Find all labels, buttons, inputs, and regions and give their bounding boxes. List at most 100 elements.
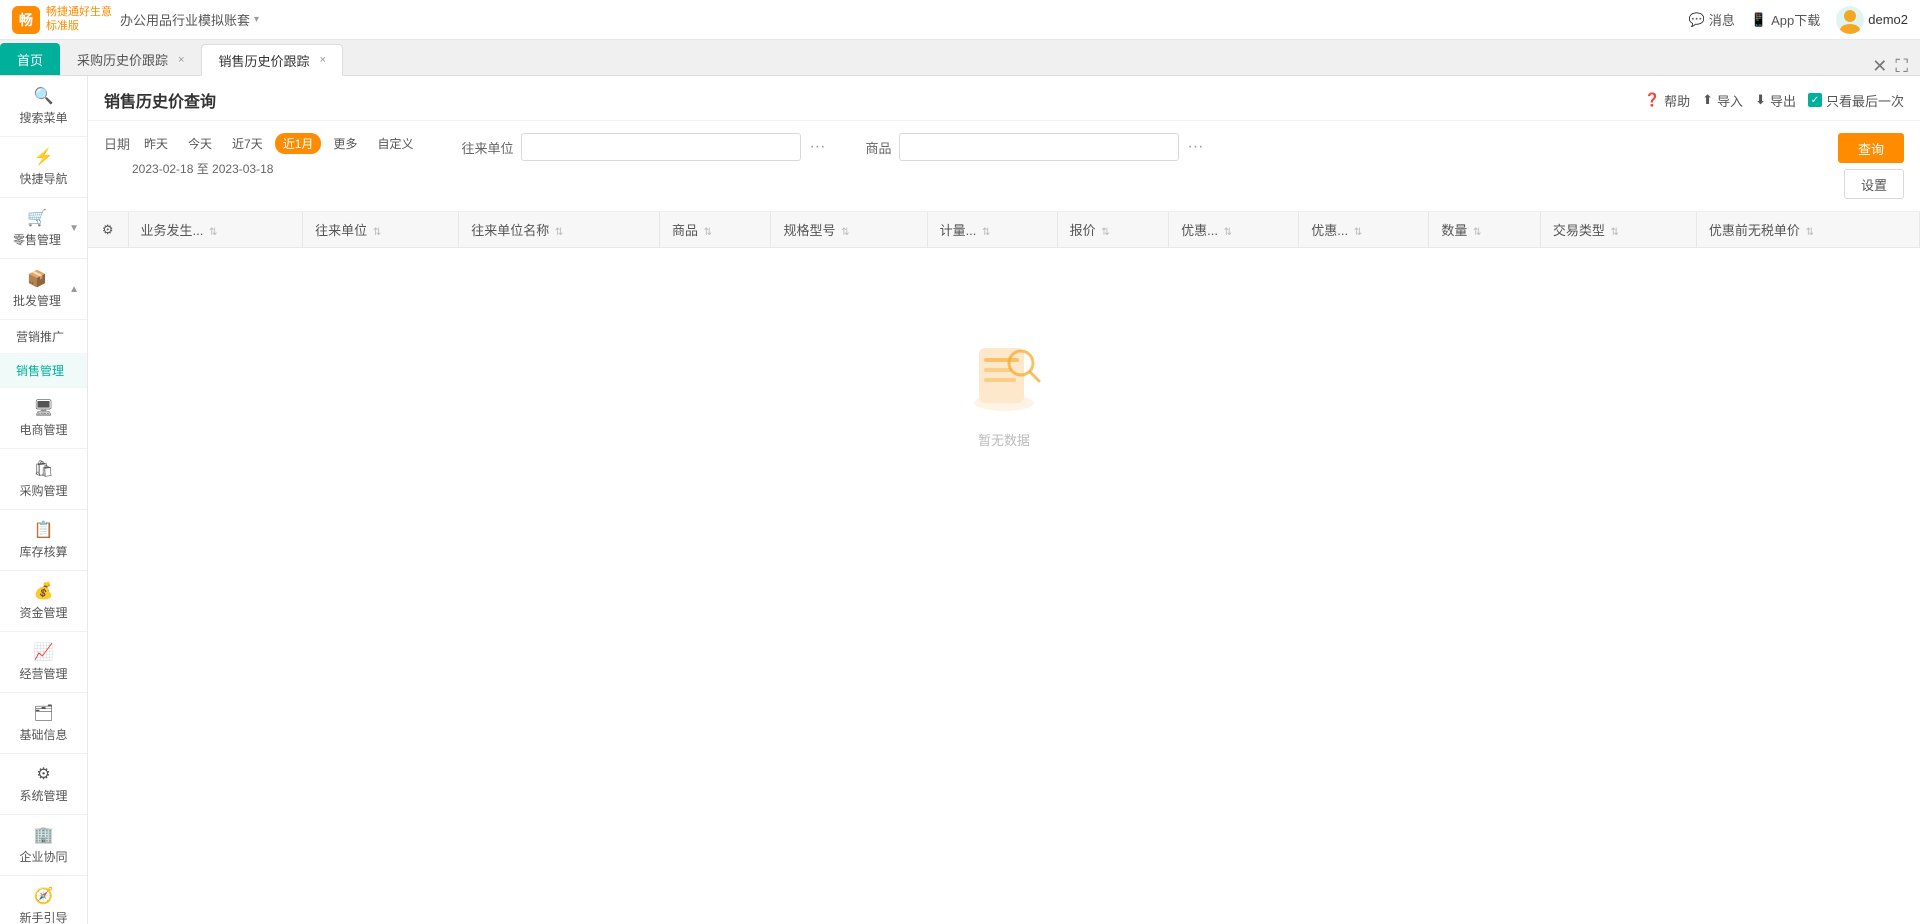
sidebar-item-system[interactable]: ⚙ 系统管理 bbox=[0, 754, 87, 815]
empty-state: 暂无数据 bbox=[88, 248, 1920, 529]
tab-purchase-close[interactable]: × bbox=[178, 54, 184, 66]
table-col-spec[interactable]: 规格型号 ⇅ bbox=[771, 212, 927, 248]
download-app-action[interactable]: 📱 App下载 bbox=[1751, 10, 1820, 29]
export-icon: ⬇ bbox=[1755, 92, 1766, 108]
user-area[interactable]: demo2 bbox=[1836, 6, 1908, 34]
table-container: ⚙ 业务发生... ⇅ 往来单位 ⇅ 往来单位名称 ⇅ bbox=[88, 212, 1920, 924]
table-header-row: ⚙ 业务发生... ⇅ 往来单位 ⇅ 往来单位名称 ⇅ bbox=[88, 212, 1920, 248]
sidebar-item-operation[interactable]: 📈 经营管理 bbox=[0, 632, 87, 693]
top-bar-right: 💬 消息 📱 App下载 demo2 bbox=[1689, 6, 1908, 34]
empty-text: 暂无数据 bbox=[978, 430, 1030, 449]
wholesale-icon: 📦 bbox=[27, 269, 47, 289]
sidebar-item-shortcut[interactable]: ⚡ 快捷导航 bbox=[0, 137, 87, 198]
sidebar-item-ecommerce[interactable]: 🖥 电商管理 bbox=[0, 388, 87, 449]
message-action[interactable]: 💬 消息 bbox=[1689, 10, 1735, 29]
table-col-discount1[interactable]: 优惠... ⇅ bbox=[1169, 212, 1299, 248]
sort-icon-trade-type: ⇅ bbox=[1610, 227, 1618, 238]
sort-icon-product: ⇅ bbox=[704, 227, 712, 238]
sort-icon-discount2: ⇅ bbox=[1354, 227, 1362, 238]
sidebar-item-enterprise[interactable]: 🏢 企业协同 bbox=[0, 815, 87, 876]
ecommerce-icon: 🖥 bbox=[33, 398, 53, 418]
table-col-partner-code[interactable]: 往来单位 ⇅ bbox=[303, 212, 459, 248]
sidebar-item-retail[interactable]: 🛒 零售管理 ▼ bbox=[0, 198, 87, 259]
date-pill-7days[interactable]: 近7天 bbox=[224, 133, 271, 154]
close-all-tabs-button[interactable]: ✕ bbox=[1872, 57, 1887, 75]
sidebar: 🔍 搜索菜单 ⚡ 快捷导航 🛒 零售管理 ▼ 📦 批发管理 ▲ 营销推广 销售管… bbox=[0, 76, 88, 924]
sort-icon-partner-name: ⇅ bbox=[555, 227, 563, 238]
fullscreen-button[interactable]: ⛶ bbox=[1895, 57, 1908, 75]
content-area: 销售历史价查询 ❓ 帮助 ⬆ 导入 ⬇ 导出 ✓ 只看最后一次 bbox=[88, 76, 1920, 924]
tab-home[interactable]: 首页 bbox=[0, 43, 60, 75]
product-input[interactable] bbox=[899, 133, 1179, 161]
table-col-qty[interactable]: 数量 ⇅ bbox=[1429, 212, 1541, 248]
date-pill-1month[interactable]: 近1月 bbox=[275, 133, 322, 154]
finance-icon: 💰 bbox=[34, 581, 54, 601]
table-col-partner-name[interactable]: 往来单位名称 ⇅ bbox=[459, 212, 660, 248]
sidebar-item-search[interactable]: 🔍 搜索菜单 bbox=[0, 76, 87, 137]
app-logo: 畅 bbox=[12, 6, 40, 34]
tab-purchase-history[interactable]: 采购历史价跟踪 × bbox=[60, 43, 201, 75]
sidebar-item-wholesale[interactable]: 📦 批发管理 ▲ bbox=[0, 259, 87, 320]
tab-bar-actions: ✕ ⛶ bbox=[1872, 57, 1920, 75]
table-col-product[interactable]: 商品 ⇅ bbox=[659, 212, 771, 248]
sort-icon-spec: ⇅ bbox=[841, 227, 849, 238]
message-icon: 💬 bbox=[1689, 12, 1705, 28]
table-col-quote[interactable]: 报价 ⇅ bbox=[1057, 212, 1169, 248]
search-icon: 🔍 bbox=[34, 86, 54, 106]
sort-icon-unit: ⇅ bbox=[982, 227, 990, 238]
settings-button[interactable]: 设置 bbox=[1844, 169, 1904, 199]
table-col-trade-type[interactable]: 交易类型 ⇅ bbox=[1540, 212, 1696, 248]
main-layout: 🔍 搜索菜单 ⚡ 快捷导航 🛒 零售管理 ▼ 📦 批发管理 ▲ 营销推广 销售管… bbox=[0, 76, 1920, 924]
sort-icon-pretax-price: ⇅ bbox=[1806, 227, 1814, 238]
basic-icon: 🗂 bbox=[33, 703, 53, 723]
date-pill-custom[interactable]: 自定义 bbox=[369, 133, 421, 154]
page-title: 销售历史价查询 bbox=[104, 88, 216, 112]
shortcut-icon: ⚡ bbox=[34, 147, 54, 167]
tab-purchase-label: 采购历史价跟踪 bbox=[77, 50, 168, 69]
date-pill-yesterday[interactable]: 昨天 bbox=[136, 133, 176, 154]
app-selector[interactable]: 办公用品行业模拟账套 ▾ bbox=[120, 10, 259, 29]
sidebar-item-marketing[interactable]: 营销推广 bbox=[0, 320, 87, 354]
partner-label: 往来单位 bbox=[461, 138, 513, 157]
tab-home-label: 首页 bbox=[17, 50, 43, 69]
tab-sales-label: 销售历史价跟踪 bbox=[218, 51, 309, 70]
product-label: 商品 bbox=[865, 138, 891, 157]
sidebar-item-sales-mgmt[interactable]: 销售管理 bbox=[0, 354, 87, 388]
table-col-gear[interactable]: ⚙ bbox=[88, 212, 128, 248]
product-dots-button[interactable]: ··· bbox=[1187, 138, 1203, 156]
page-header: 销售历史价查询 ❓ 帮助 ⬆ 导入 ⬇ 导出 ✓ 只看最后一次 bbox=[88, 76, 1920, 121]
tab-sales-history[interactable]: 销售历史价跟踪 × bbox=[201, 44, 342, 76]
sidebar-item-purchase[interactable]: 🛍 采购管理 bbox=[0, 449, 87, 510]
operation-icon: 📈 bbox=[34, 642, 54, 662]
enterprise-icon: 🏢 bbox=[34, 825, 54, 845]
data-table: ⚙ 业务发生... ⇅ 往来单位 ⇅ 往来单位名称 ⇅ bbox=[88, 212, 1920, 248]
logo-text: 畅捷通好生意 标准版 bbox=[46, 6, 112, 32]
purchase-icon: 🛍 bbox=[33, 459, 53, 479]
partner-dots-button[interactable]: ··· bbox=[809, 138, 825, 156]
tab-sales-close[interactable]: × bbox=[319, 54, 325, 66]
guide-icon: 🧭 bbox=[34, 886, 54, 906]
table-col-pretax-price[interactable]: 优惠前无税单价 ⇅ bbox=[1696, 212, 1919, 248]
download-icon: 📱 bbox=[1751, 12, 1767, 28]
sort-icon-qty: ⇅ bbox=[1473, 227, 1481, 238]
sidebar-item-inventory[interactable]: 📋 库存核算 bbox=[0, 510, 87, 571]
sidebar-item-basic[interactable]: 🗂 基础信息 bbox=[0, 693, 87, 754]
import-button[interactable]: ⬆ 导入 bbox=[1702, 91, 1743, 110]
empty-illustration bbox=[959, 328, 1049, 418]
date-pill-today[interactable]: 今天 bbox=[180, 133, 220, 154]
export-button[interactable]: ⬇ 导出 bbox=[1755, 91, 1796, 110]
date-pill-more[interactable]: 更多 bbox=[325, 133, 365, 154]
table-col-unit[interactable]: 计量... ⇅ bbox=[927, 212, 1057, 248]
sidebar-item-finance[interactable]: 💰 资金管理 bbox=[0, 571, 87, 632]
date-range-display: 2023-02-18 至 2023-03-18 bbox=[132, 160, 421, 177]
inventory-icon: 📋 bbox=[34, 520, 54, 540]
only-last-checkbox-label[interactable]: ✓ 只看最后一次 bbox=[1808, 91, 1904, 110]
partner-input[interactable] bbox=[521, 133, 801, 161]
query-button[interactable]: 查询 bbox=[1838, 133, 1904, 163]
help-button[interactable]: ❓ 帮助 bbox=[1644, 91, 1690, 110]
table-col-biz-date[interactable]: 业务发生... ⇅ bbox=[128, 212, 303, 248]
table-col-discount2[interactable]: 优惠... ⇅ bbox=[1299, 212, 1429, 248]
sidebar-item-guide[interactable]: 🧭 新手引导 bbox=[0, 876, 87, 924]
only-last-checkbox[interactable]: ✓ bbox=[1808, 93, 1822, 107]
top-bar: 畅 畅捷通好生意 标准版 办公用品行业模拟账套 ▾ 💬 消息 📱 App下载 d… bbox=[0, 0, 1920, 40]
